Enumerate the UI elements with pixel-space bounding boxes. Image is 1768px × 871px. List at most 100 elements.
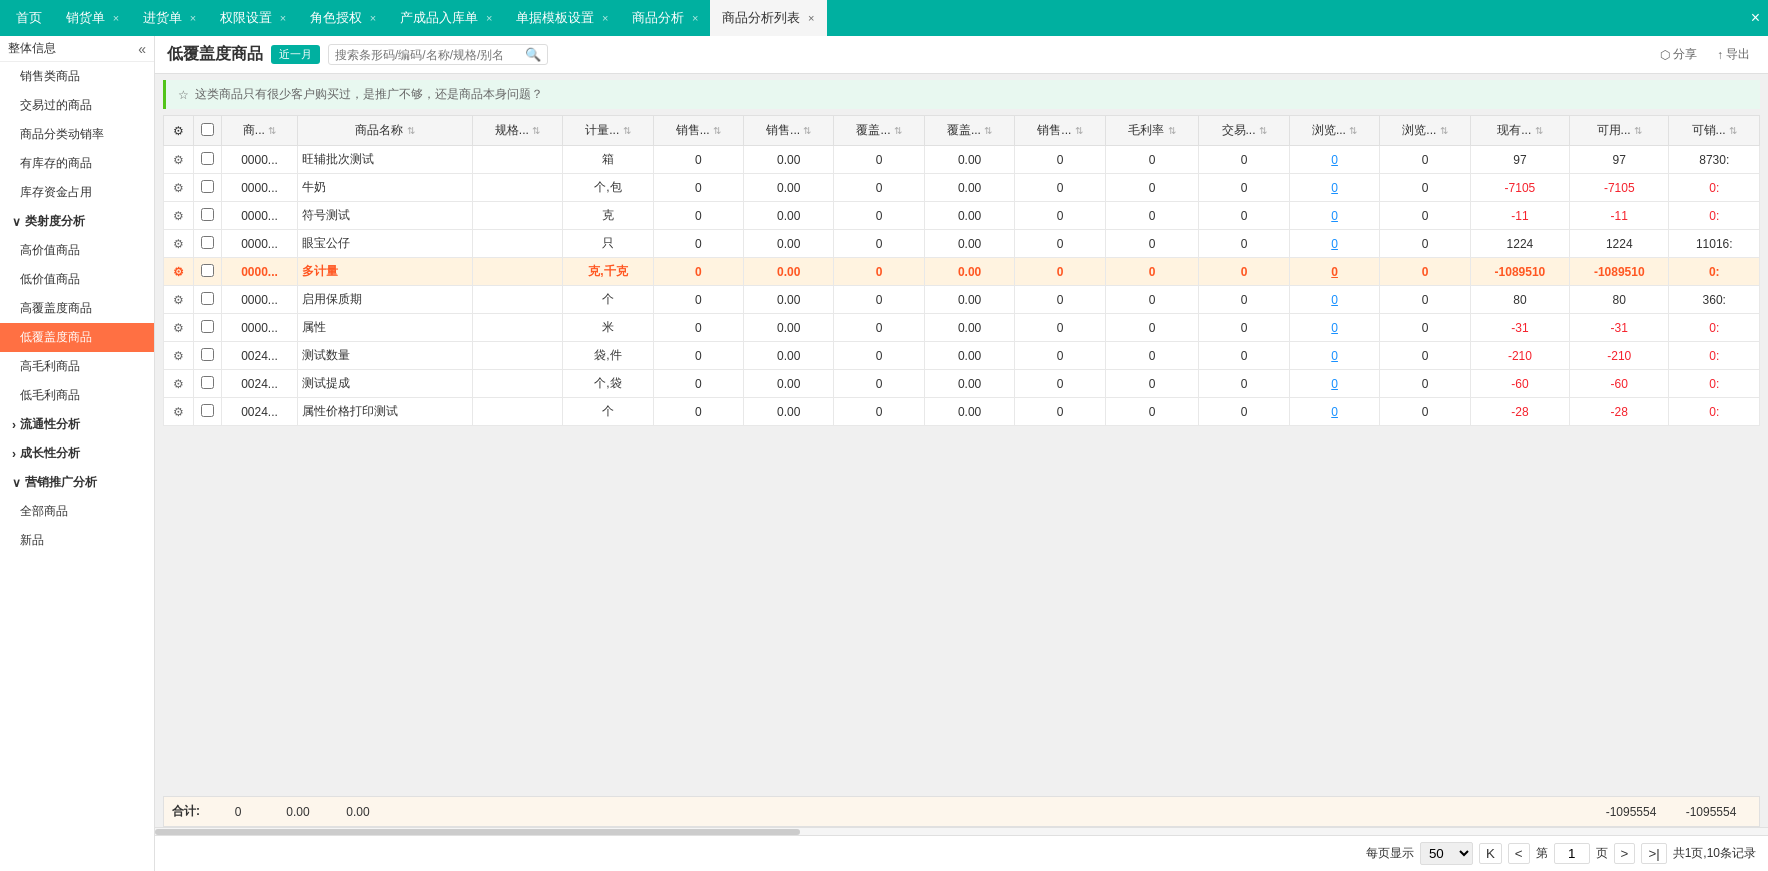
row-browse1[interactable]: 0 [1289, 258, 1379, 286]
search-input[interactable] [335, 48, 525, 62]
nav-tab-analysis-list[interactable]: 商品分析列表 × [710, 0, 826, 36]
col-checkbox[interactable] [194, 116, 222, 146]
row-browse1[interactable]: 0 [1289, 174, 1379, 202]
row-settings[interactable]: ⚙ [164, 146, 194, 174]
row-select-checkbox[interactable] [201, 404, 214, 417]
row-settings[interactable]: ⚙ [164, 314, 194, 342]
row-select-checkbox[interactable] [201, 236, 214, 249]
close-product-in-icon[interactable]: × [486, 12, 492, 24]
sidebar-section-marketing[interactable]: ∨ 营销推广分析 [0, 468, 154, 497]
row-checkbox[interactable] [194, 314, 222, 342]
close-permission-icon[interactable]: × [280, 12, 286, 24]
col-trade[interactable]: 交易... ⇅ [1199, 116, 1289, 146]
row-checkbox[interactable] [194, 398, 222, 426]
col-sales3[interactable]: 销售... ⇅ [1015, 116, 1105, 146]
col-sales-amt[interactable]: 销售... ⇅ [744, 116, 834, 146]
col-spec[interactable]: 规格... ⇅ [472, 116, 562, 146]
col-current-stock[interactable]: 现有... ⇅ [1470, 116, 1569, 146]
row-checkbox[interactable] [194, 370, 222, 398]
col-code[interactable]: 商... ⇅ [222, 116, 298, 146]
row-checkbox[interactable] [194, 286, 222, 314]
close-template-icon[interactable]: × [602, 12, 608, 24]
sidebar-item-high-coverage[interactable]: 高覆盖度商品 [0, 294, 154, 323]
sidebar-item-category-rate[interactable]: 商品分类动销率 [0, 120, 154, 149]
nav-tab-sales[interactable]: 销货单 × [54, 0, 131, 36]
sidebar-item-high-value[interactable]: 高价值商品 [0, 236, 154, 265]
first-page-button[interactable]: K [1479, 843, 1502, 864]
table-container[interactable]: ⚙ 商... ⇅ 商品名称 ⇅ 规格... ⇅ 计量... ⇅ 销售... ⇅ … [163, 115, 1760, 796]
sidebar-item-stock-capital[interactable]: 库存资金占用 [0, 178, 154, 207]
nav-tab-home[interactable]: 首页 [4, 0, 54, 36]
close-role-icon[interactable]: × [370, 12, 376, 24]
row-select-checkbox[interactable] [201, 152, 214, 165]
row-settings[interactable]: ⚙ [164, 370, 194, 398]
sidebar-item-new-goods[interactable]: 新品 [0, 526, 154, 555]
row-browse1[interactable]: 0 [1289, 342, 1379, 370]
row-select-checkbox[interactable] [201, 292, 214, 305]
row-select-checkbox[interactable] [201, 264, 214, 277]
row-browse1[interactable]: 0 [1289, 286, 1379, 314]
sidebar-item-low-margin[interactable]: 低毛利商品 [0, 381, 154, 410]
row-select-checkbox[interactable] [201, 208, 214, 221]
close-all-button[interactable]: × [1751, 9, 1760, 27]
nav-tab-product-in[interactable]: 产成品入库单 × [388, 0, 504, 36]
col-saleable[interactable]: 可销... ⇅ [1669, 116, 1760, 146]
row-settings[interactable]: ⚙ [164, 202, 194, 230]
row-settings[interactable]: ⚙ [164, 258, 194, 286]
horizontal-scrollbar[interactable] [155, 827, 1768, 835]
sidebar-item-low-coverage[interactable]: 低覆盖度商品 [0, 323, 154, 352]
close-analysis-list-icon[interactable]: × [808, 12, 814, 24]
col-settings[interactable]: ⚙ [164, 116, 194, 146]
sidebar-item-high-margin[interactable]: 高毛利商品 [0, 352, 154, 381]
search-icon[interactable]: 🔍 [525, 47, 541, 62]
sidebar-section-liquidity[interactable]: › 流通性分析 [0, 410, 154, 439]
export-button[interactable]: ↑ 导出 [1711, 44, 1756, 65]
row-browse1[interactable]: 0 [1289, 314, 1379, 342]
row-checkbox[interactable] [194, 174, 222, 202]
share-button[interactable]: ⬡ 分享 [1654, 44, 1703, 65]
row-browse1[interactable]: 0 [1289, 202, 1379, 230]
page-input[interactable] [1554, 843, 1590, 864]
sidebar-item-stocked-goods[interactable]: 有库存的商品 [0, 149, 154, 178]
row-browse1[interactable]: 0 [1289, 370, 1379, 398]
col-coverage2[interactable]: 覆盖... ⇅ [924, 116, 1014, 146]
sidebar-item-all-goods[interactable]: 全部商品 [0, 497, 154, 526]
row-settings[interactable]: ⚙ [164, 398, 194, 426]
sidebar-section-coverage[interactable]: ∨ 类射度分析 [0, 207, 154, 236]
row-browse1[interactable]: 0 [1289, 398, 1379, 426]
row-settings[interactable]: ⚙ [164, 286, 194, 314]
close-sales-icon[interactable]: × [113, 12, 119, 24]
row-checkbox[interactable] [194, 146, 222, 174]
sidebar-section-growth[interactable]: › 成长性分析 [0, 439, 154, 468]
per-page-select[interactable]: 20 50 100 [1420, 842, 1473, 865]
col-unit[interactable]: 计量... ⇅ [563, 116, 653, 146]
time-filter-button[interactable]: 近一月 [271, 45, 320, 64]
row-settings[interactable]: ⚙ [164, 174, 194, 202]
row-select-checkbox[interactable] [201, 348, 214, 361]
sidebar-item-sales-goods[interactable]: 销售类商品 [0, 62, 154, 91]
row-checkbox[interactable] [194, 202, 222, 230]
nav-tab-purchase[interactable]: 进货单 × [131, 0, 208, 36]
col-coverage1[interactable]: 覆盖... ⇅ [834, 116, 924, 146]
row-settings[interactable]: ⚙ [164, 342, 194, 370]
last-page-button[interactable]: >| [1641, 843, 1666, 864]
row-select-checkbox[interactable] [201, 180, 214, 193]
sidebar-item-traded-goods[interactable]: 交易过的商品 [0, 91, 154, 120]
nav-tab-analysis[interactable]: 商品分析 × [620, 0, 710, 36]
sidebar-item-low-value[interactable]: 低价值商品 [0, 265, 154, 294]
prev-page-button[interactable]: < [1508, 843, 1530, 864]
close-analysis-icon[interactable]: × [692, 12, 698, 24]
row-checkbox[interactable] [194, 258, 222, 286]
col-browse1[interactable]: 浏览... ⇅ [1289, 116, 1379, 146]
collapse-button[interactable]: « [138, 41, 146, 57]
col-browse2[interactable]: 浏览... ⇅ [1380, 116, 1470, 146]
row-settings[interactable]: ⚙ [164, 230, 194, 258]
row-select-checkbox[interactable] [201, 320, 214, 333]
col-available-stock[interactable]: 可用... ⇅ [1570, 116, 1669, 146]
nav-tab-permission[interactable]: 权限设置 × [208, 0, 298, 36]
nav-tab-role[interactable]: 角色授权 × [298, 0, 388, 36]
col-gross-margin[interactable]: 毛利率 ⇅ [1105, 116, 1199, 146]
col-name[interactable]: 商品名称 ⇅ [298, 116, 473, 146]
close-purchase-icon[interactable]: × [190, 12, 196, 24]
select-all-checkbox[interactable] [201, 123, 214, 136]
